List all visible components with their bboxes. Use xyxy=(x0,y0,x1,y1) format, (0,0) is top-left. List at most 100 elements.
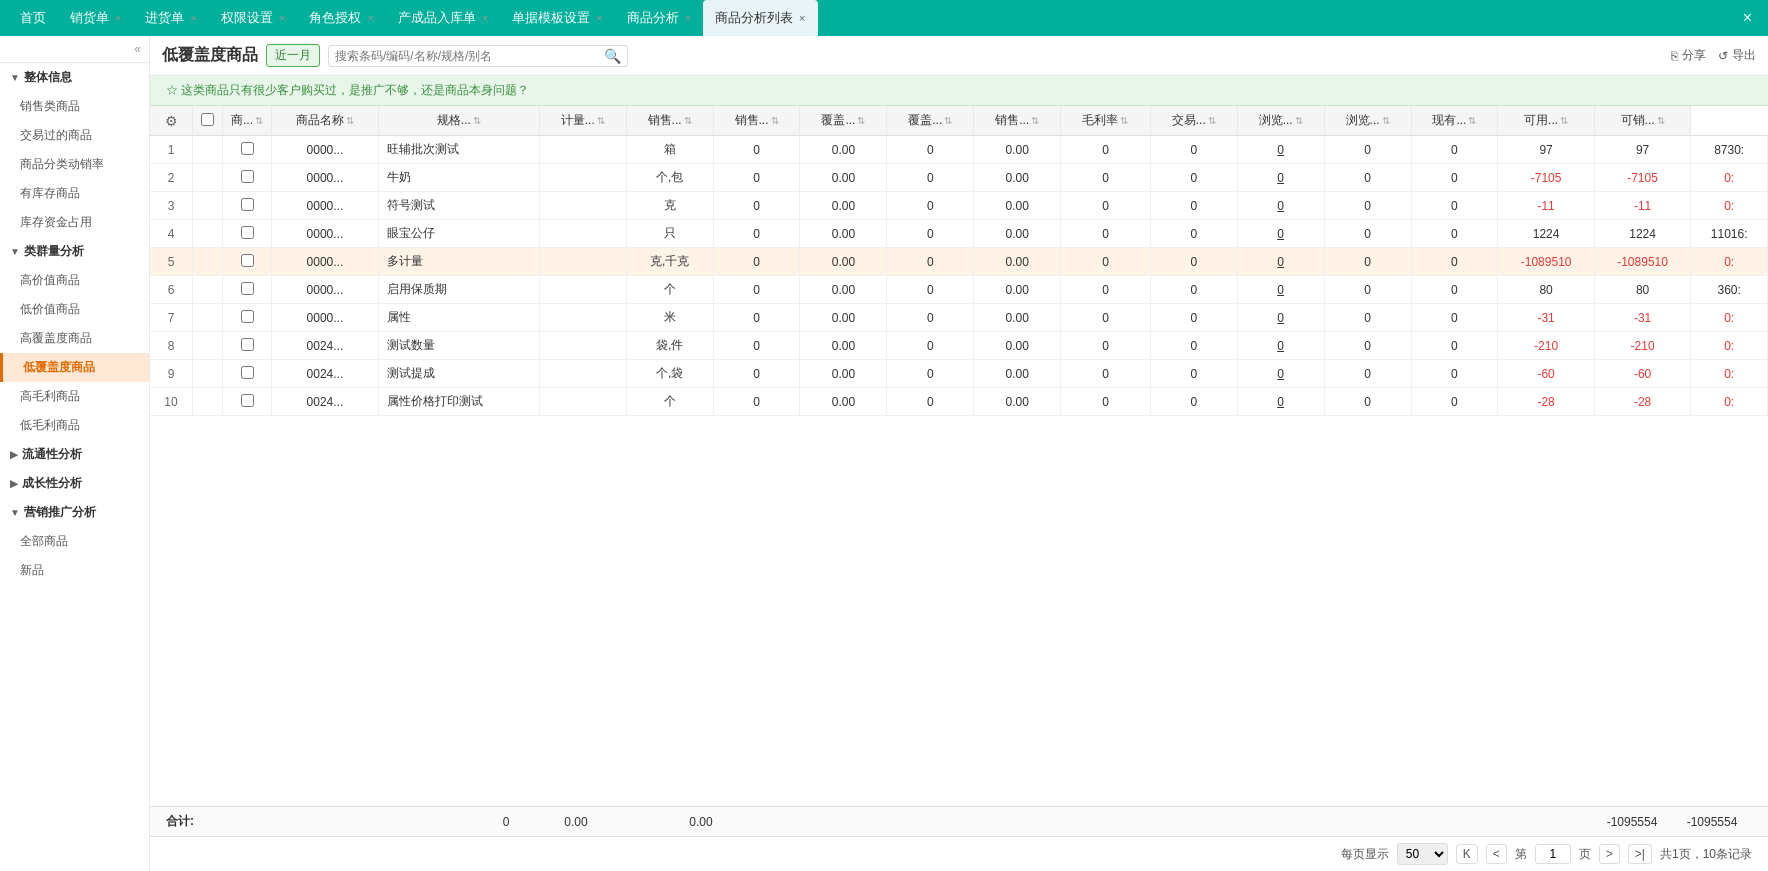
row-checkbox-cell[interactable] xyxy=(223,136,272,164)
row-checkbox-cell[interactable] xyxy=(223,276,272,304)
sidebar-item-high-coverage[interactable]: 高覆盖度商品 xyxy=(0,324,149,353)
row-checkbox-cell[interactable] xyxy=(223,248,272,276)
col-browse1[interactable]: 浏览...⇅ xyxy=(1237,106,1324,136)
sidebar-item-new-products[interactable]: 新品 xyxy=(0,556,149,585)
col-saleable[interactable]: 可销...⇅ xyxy=(1594,106,1690,136)
row-trade[interactable]: 0 xyxy=(1237,248,1324,276)
nav-permissions[interactable]: 权限设置 × xyxy=(209,0,297,36)
sidebar-item-high-value[interactable]: 高价值商品 xyxy=(0,266,149,295)
col-name[interactable]: 商品名称⇅ xyxy=(272,106,379,136)
col-trade[interactable]: 交易...⇅ xyxy=(1150,106,1237,136)
row-checkbox[interactable] xyxy=(241,338,254,351)
first-page-btn[interactable]: K xyxy=(1456,844,1478,864)
nav-product-analysis-list[interactable]: 商品分析列表 × xyxy=(703,0,817,36)
row-trade[interactable]: 0 xyxy=(1237,304,1324,332)
nav-permissions-close[interactable]: × xyxy=(279,12,285,24)
prev-page-btn[interactable]: < xyxy=(1486,844,1507,864)
col-sales3[interactable]: 销售...⇅ xyxy=(974,106,1061,136)
nav-home[interactable]: 首页 xyxy=(8,0,58,36)
col-cover1[interactable]: 覆盖...⇅ xyxy=(800,106,887,136)
sidebar-section-liquidity[interactable]: ▶ 流通性分析 xyxy=(0,440,149,469)
nav-template-settings-close[interactable]: × xyxy=(596,12,602,24)
sidebar-item-low-margin[interactable]: 低毛利商品 xyxy=(0,411,149,440)
search-icon[interactable]: 🔍 xyxy=(604,48,621,64)
row-checkbox-cell[interactable] xyxy=(223,304,272,332)
recent-month-btn[interactable]: 近一月 xyxy=(266,44,320,67)
nav-product-analysis[interactable]: 商品分析 × xyxy=(615,0,703,36)
col-sales1[interactable]: 销售...⇅ xyxy=(626,106,713,136)
sidebar-item-low-value[interactable]: 低价值商品 xyxy=(0,295,149,324)
export-btn[interactable]: ↺ 导出 xyxy=(1718,47,1756,64)
sidebar-item-inventory-capital[interactable]: 库存资金占用 xyxy=(0,208,149,237)
sidebar-section-cluster[interactable]: ▼ 类群量分析 xyxy=(0,237,149,266)
nav-purchase-order-close[interactable]: × xyxy=(190,12,196,24)
col-code[interactable]: 商...⇅ xyxy=(223,106,272,136)
col-unit[interactable]: 计量...⇅ xyxy=(539,106,626,136)
row-checkbox-cell[interactable] xyxy=(223,192,272,220)
col-sales2[interactable]: 销售...⇅ xyxy=(713,106,800,136)
row-trade[interactable]: 0 xyxy=(1237,276,1324,304)
row-checkbox-cell[interactable] xyxy=(223,220,272,248)
col-gross-margin[interactable]: 毛利率⇅ xyxy=(1061,106,1151,136)
col-current[interactable]: 现有...⇅ xyxy=(1411,106,1498,136)
row-checkbox[interactable] xyxy=(241,282,254,295)
row-trade[interactable]: 0 xyxy=(1237,360,1324,388)
row-name: 眼宝公仔 xyxy=(378,220,539,248)
row-checkbox[interactable] xyxy=(241,394,254,407)
row-trade[interactable]: 0 xyxy=(1237,136,1324,164)
row-checkbox-cell[interactable] xyxy=(223,332,272,360)
row-trade[interactable]: 0 xyxy=(1237,332,1324,360)
row-trade[interactable]: 0 xyxy=(1237,388,1324,416)
share-btn[interactable]: ⎘ 分享 xyxy=(1671,47,1706,64)
col-spec[interactable]: 规格...⇅ xyxy=(378,106,539,136)
sidebar-collapse-btn[interactable]: « xyxy=(0,36,149,63)
sidebar-item-high-margin[interactable]: 高毛利商品 xyxy=(0,382,149,411)
row-checkbox[interactable] xyxy=(241,366,254,379)
row-checkbox[interactable] xyxy=(241,170,254,183)
row-checkbox-cell[interactable] xyxy=(223,360,272,388)
nav-sales-order-close[interactable]: × xyxy=(115,12,121,24)
nav-sales-order[interactable]: 销货单 × xyxy=(58,0,133,36)
nav-role-auth-close[interactable]: × xyxy=(367,12,373,24)
sidebar-item-all-products[interactable]: 全部商品 xyxy=(0,527,149,556)
row-checkbox-cell[interactable] xyxy=(223,164,272,192)
nav-product-entry-close[interactable]: × xyxy=(482,12,488,24)
nav-product-analysis-list-close[interactable]: × xyxy=(799,12,805,24)
select-all-checkbox[interactable] xyxy=(201,113,214,126)
row-trade[interactable]: 0 xyxy=(1237,164,1324,192)
last-page-btn[interactable]: >| xyxy=(1628,844,1652,864)
col-browse2[interactable]: 浏览...⇅ xyxy=(1324,106,1411,136)
col-select-all[interactable] xyxy=(193,106,223,136)
sidebar-item-low-coverage[interactable]: 低覆盖度商品 xyxy=(0,353,149,382)
row-checkbox[interactable] xyxy=(241,310,254,323)
row-checkbox[interactable] xyxy=(241,198,254,211)
row-trade[interactable]: 0 xyxy=(1237,192,1324,220)
sidebar-item-sales-products[interactable]: 销售类商品 xyxy=(0,92,149,121)
row-checkbox-cell[interactable] xyxy=(223,388,272,416)
nav-purchase-order[interactable]: 进货单 × xyxy=(133,0,208,36)
col-available[interactable]: 可用...⇅ xyxy=(1498,106,1594,136)
per-page-select[interactable]: 50 100 200 xyxy=(1397,843,1448,865)
row-checkbox[interactable] xyxy=(241,226,254,239)
nav-role-auth[interactable]: 角色授权 × xyxy=(297,0,385,36)
row-sales3: 0 xyxy=(1061,332,1151,360)
row-saleable: 8730: xyxy=(1691,136,1768,164)
row-trade[interactable]: 0 xyxy=(1237,220,1324,248)
sidebar-section-marketing[interactable]: ▼ 营销推广分析 xyxy=(0,498,149,527)
col-settings[interactable]: ⚙ xyxy=(150,106,193,136)
nav-template-settings[interactable]: 单据模板设置 × xyxy=(500,0,614,36)
row-checkbox[interactable] xyxy=(241,254,254,267)
nav-product-analysis-close[interactable]: × xyxy=(685,12,691,24)
next-page-btn[interactable]: > xyxy=(1599,844,1620,864)
nav-product-entry[interactable]: 产成品入库单 × xyxy=(386,0,500,36)
sidebar-item-traded-products[interactable]: 交易过的商品 xyxy=(0,121,149,150)
page-number-input[interactable] xyxy=(1535,844,1571,864)
search-input[interactable] xyxy=(335,49,604,63)
sidebar-section-growth[interactable]: ▶ 成长性分析 xyxy=(0,469,149,498)
sidebar-item-category-activity[interactable]: 商品分类动销率 xyxy=(0,150,149,179)
sidebar-item-in-stock[interactable]: 有库存商品 xyxy=(0,179,149,208)
sidebar-section-overall[interactable]: ▼ 整体信息 xyxy=(0,63,149,92)
close-all-tabs[interactable]: × xyxy=(1735,9,1760,27)
row-checkbox[interactable] xyxy=(241,142,254,155)
col-cover2[interactable]: 覆盖...⇅ xyxy=(887,106,974,136)
